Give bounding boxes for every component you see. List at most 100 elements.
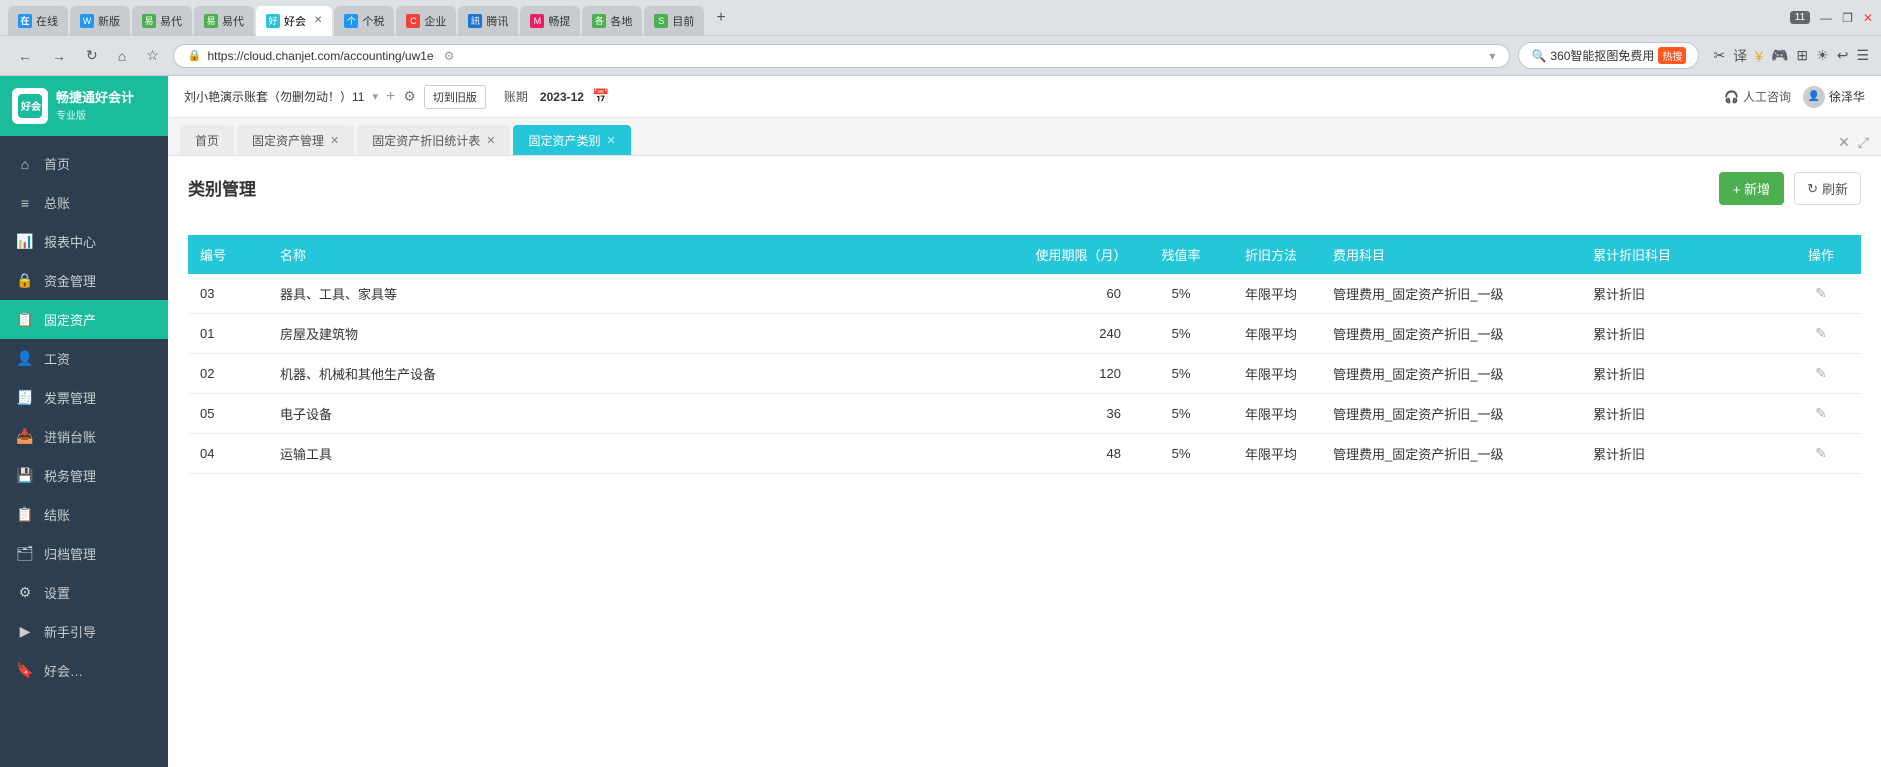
add-category-btn[interactable]: + 新增 [1719,172,1784,205]
page-tab-home[interactable]: 首页 [180,125,234,155]
browser-tab-new[interactable]: W 新版 [70,6,130,36]
switch-version-btn[interactable]: 切到旧版 [424,85,486,109]
calendar-icon[interactable]: 📅 [592,88,609,105]
browser-tab-close-haohui[interactable]: ✕ [314,15,322,26]
cell-action-3[interactable]: ✎ [1781,394,1861,434]
browser-tab-haohui[interactable]: 好 好会 ✕ [256,6,332,36]
browser-tab-tengxun[interactable]: 訊 腾讯 [458,6,518,36]
home-button[interactable]: ⌂ [112,44,132,68]
window-close-btn[interactable]: ✕ [1838,134,1850,151]
cell-code-3[interactable]: 05 [188,394,268,434]
page-tab-assets-mgmt-close[interactable]: ✕ [330,134,339,147]
topbar-service-btn[interactable]: 🎧 人工咨询 [1724,88,1791,105]
game-icon[interactable]: 🎮 [1771,47,1788,64]
new-tab-button[interactable]: + [716,9,725,27]
window-maximize-btn[interactable]: ⤢ [1858,134,1869,151]
reload-button[interactable]: ↻ [80,43,104,68]
page-tab-depreciation-close[interactable]: ✕ [486,134,495,147]
translate-icon[interactable]: 译 [1733,46,1747,66]
edit-icon-3[interactable]: ✎ [1815,405,1827,421]
assets-icon: 📋 [16,311,34,329]
cell-name-0: 器具、工具、家具等 [268,274,1021,314]
refresh-btn[interactable]: ↻ 刷新 [1794,172,1861,205]
sidebar-label-more: 好会… [44,661,83,680]
sidebar-item-salary[interactable]: 👤 工资 [0,339,168,378]
cell-accumulated-2: 累计折旧 [1581,354,1781,394]
cell-code-0[interactable]: 03 [188,274,268,314]
back-button[interactable]: ← [12,44,38,68]
sidebar-item-close-period[interactable]: 📋 结账 [0,495,168,534]
page-tab-category[interactable]: 固定资产类别 ✕ [513,125,630,155]
sidebar-label-close-period: 结账 [44,505,70,524]
browser-minimize-btn[interactable]: — [1820,11,1832,25]
site-info-icon[interactable]: ⚙ [444,49,455,63]
topbar-user-avatar[interactable]: 👤 徐泽华 [1803,86,1865,108]
currency-icon[interactable]: ¥ [1755,48,1763,64]
cell-name-4: 运输工具 [268,434,1021,474]
cell-action-2[interactable]: ✎ [1781,354,1861,394]
sidebar-item-finance[interactable]: 🔒 资金管理 [0,261,168,300]
sidebar-item-tax[interactable]: 💾 税务管理 [0,456,168,495]
col-header-action: 操作 [1781,235,1861,274]
cell-action-0[interactable]: ✎ [1781,274,1861,314]
page-tab-depreciation[interactable]: 固定资产折旧统计表 ✕ [357,125,510,155]
topbar-dropdown-icon[interactable]: ▾ [372,90,378,103]
browser-tab-geshui[interactable]: 个 个税 [334,6,394,36]
cell-action-1[interactable]: ✎ [1781,314,1861,354]
grid-icon[interactable]: ⊞ [1796,47,1808,64]
topbar-username-label: 徐泽华 [1829,88,1865,105]
browser-tab-online[interactable]: 在 在线 [8,6,68,36]
sidebar-title-block: 畅捷通好会计 专业版 [56,90,134,122]
cell-code-2[interactable]: 02 [188,354,268,394]
bookmark-button[interactable]: ☆ [140,43,165,68]
browser-tab-gedi[interactable]: 各 各地 [582,6,642,36]
sidebar-item-invoice[interactable]: 🧾 发票管理 [0,378,168,417]
topbar-settings-btn[interactable]: ⚙ [403,88,416,105]
col-header-name: 名称 [268,235,1021,274]
sidebar-item-guide[interactable]: ▶ 新手引导 [0,612,168,651]
menu-icon[interactable]: ☰ [1856,47,1869,64]
more-icon: 🔖 [16,662,34,680]
cell-method-1: 年限平均 [1221,314,1321,354]
scissors-icon[interactable]: ✂ [1713,47,1725,64]
sidebar-item-settings[interactable]: ⚙ 设置 [0,573,168,612]
forward-button[interactable]: → [46,44,72,68]
headset-icon: 🎧 [1724,90,1739,104]
browser-tab-yidai2[interactable]: 易 易代 [194,6,254,36]
sidebar-item-ledger[interactable]: ≡ 总账 [0,183,168,222]
sidebar-logo: 好会 [12,88,48,124]
page-tab-category-close[interactable]: ✕ [607,134,616,147]
sidebar-item-purchase-sales[interactable]: 📥 进销台账 [0,417,168,456]
cell-residual-2: 5% [1141,354,1221,394]
sidebar-item-archive[interactable]: 🗂 归档管理 [0,534,168,573]
sidebar-label-finance: 资金管理 [44,271,96,290]
browser-tab-yidai1[interactable]: 易 易代 [132,6,192,36]
cell-code-1[interactable]: 01 [188,314,268,354]
browser-restore-btn[interactable]: ❐ [1842,11,1853,25]
sidebar-item-reports[interactable]: 📊 报表中心 [0,222,168,261]
browser-tab-changti[interactable]: M 畅提 [520,6,580,36]
browser-close-btn[interactable]: ✕ [1863,11,1873,25]
edit-icon-2[interactable]: ✎ [1815,365,1827,381]
url-dropdown-btn[interactable]: ▾ [1489,49,1495,63]
sidebar-label-purchase-sales: 进销台账 [44,427,96,446]
search-bar[interactable]: 🔍 360智能抠图免费用 热搜 [1518,42,1699,69]
address-bar: ← → ↻ ⌂ ☆ 🔒 https://cloud.chanjet.com/ac… [0,36,1881,76]
browser-tab-qiye[interactable]: C 企业 [396,6,456,36]
col-header-method: 折旧方法 [1221,235,1321,274]
browser-tab-muqian[interactable]: S 目前 [644,6,704,36]
sidebar-item-assets[interactable]: 📋 固定资产 [0,300,168,339]
page-tab-assets-mgmt[interactable]: 固定资产管理 ✕ [237,125,354,155]
sidebar-item-home[interactable]: ⌂ 首页 [0,144,168,183]
edit-icon-1[interactable]: ✎ [1815,325,1827,341]
undo-icon[interactable]: ↩ [1837,47,1849,64]
cell-residual-1: 5% [1141,314,1221,354]
cell-action-4[interactable]: ✎ [1781,434,1861,474]
sidebar-item-more[interactable]: 🔖 好会… [0,651,168,690]
url-input[interactable]: 🔒 https://cloud.chanjet.com/accounting/u… [173,44,1511,68]
edit-icon-0[interactable]: ✎ [1815,285,1827,301]
brightness-icon[interactable]: ☀ [1816,47,1829,64]
topbar-add-btn[interactable]: + [386,88,395,106]
cell-code-4[interactable]: 04 [188,434,268,474]
edit-icon-4[interactable]: ✎ [1815,445,1827,461]
